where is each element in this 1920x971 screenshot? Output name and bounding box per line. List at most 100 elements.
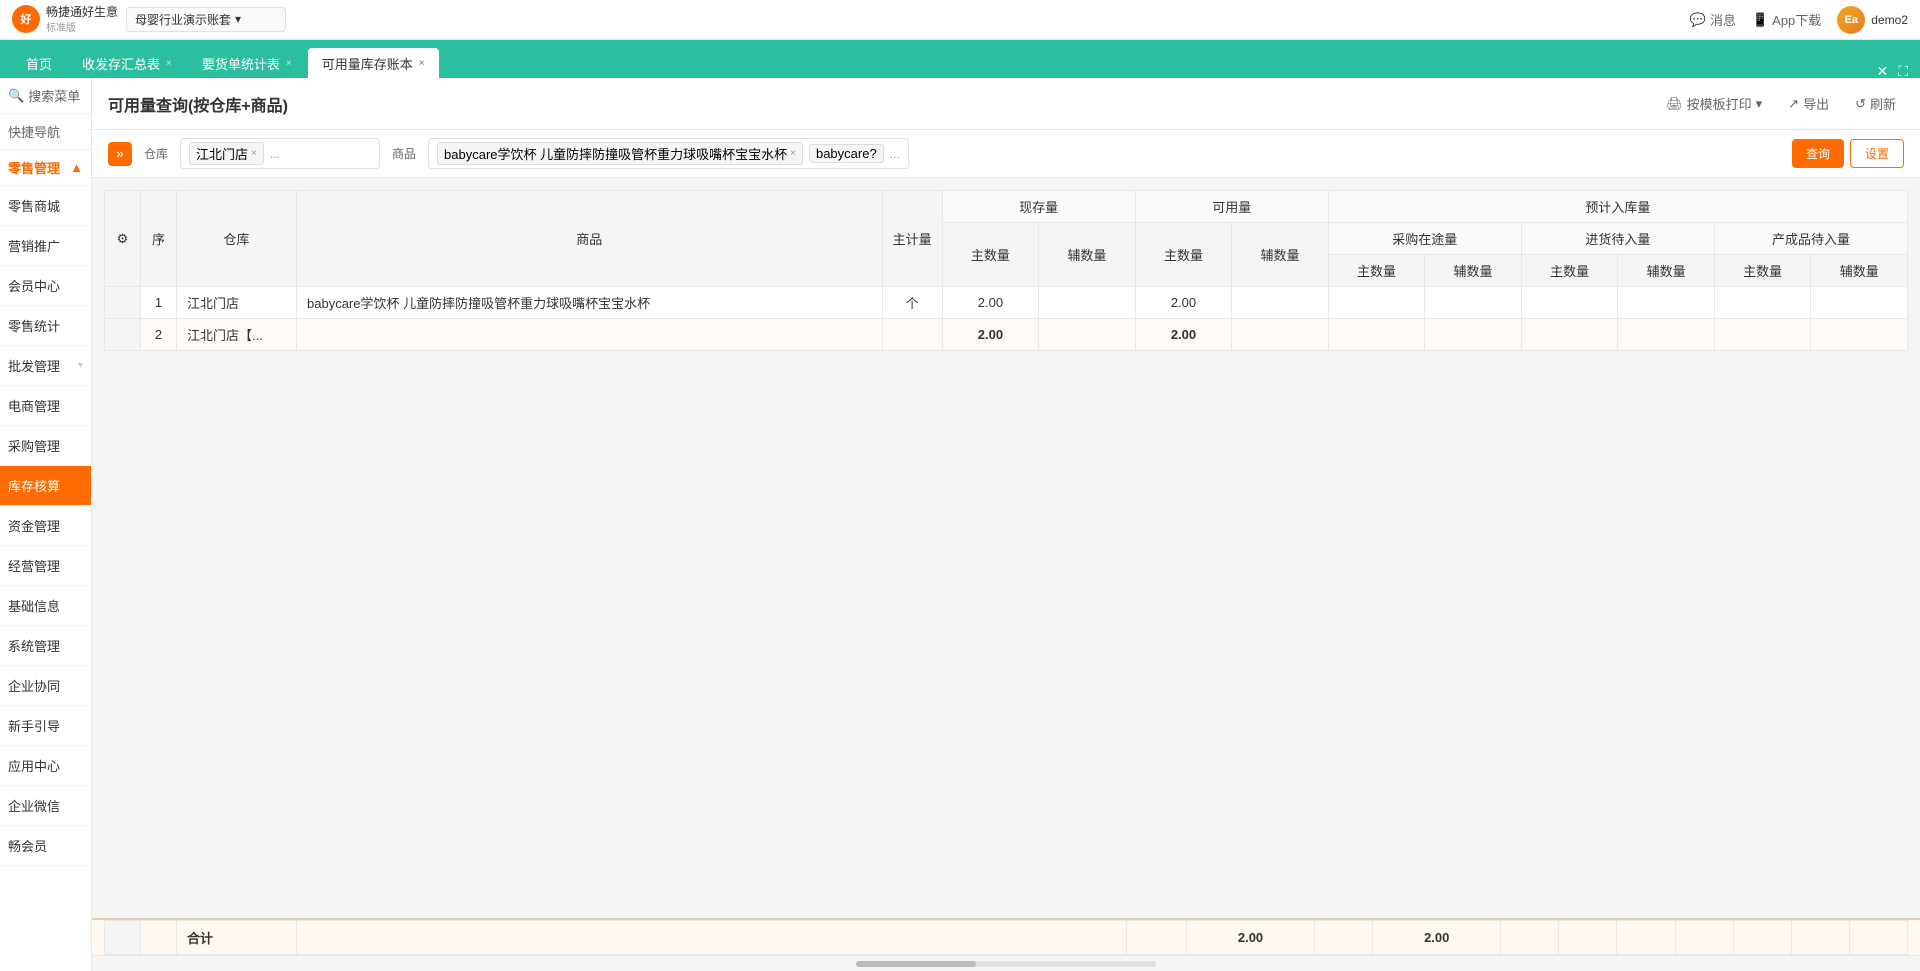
col-purchase-aux-header: 辅数量 [1425, 255, 1522, 287]
row-production-aux-2 [1811, 319, 1908, 351]
query-button[interactable]: 查询 [1792, 139, 1844, 168]
col-arrival-header: 进货待入量 [1521, 223, 1714, 255]
row-index-1: 1 [141, 287, 177, 319]
row-warehouse-1: 江北门店 [177, 287, 297, 319]
product-tag-1[interactable]: babycare学饮杯 儿童防摔防撞吸管杯重力球吸嘴杯宝宝水杯 × [437, 142, 803, 165]
sidebar-item-marketing[interactable]: 营销推广 [0, 226, 91, 266]
row-arrival-main-2 [1521, 319, 1618, 351]
content-area: 可用量查询(按仓库+商品) 🖨 按模板打印 ▾ ↗ 导出 ↺ 刷新 [92, 78, 1920, 971]
col-settings-header[interactable]: ⚙ [105, 191, 141, 287]
product-filter-label: 商品 [392, 145, 416, 162]
row-current-aux-2 [1039, 319, 1136, 351]
close-window-icon[interactable]: ✕ [1876, 64, 1888, 78]
table-row: 2 江北门店【... 2.00 2.00 [105, 319, 1908, 351]
quick-nav-button[interactable]: 快捷导航 [0, 114, 91, 150]
sidebar-item-retail-header[interactable]: 零售管理 ▲ [0, 150, 91, 186]
message-icon: 💬 [1690, 12, 1706, 28]
message-button[interactable]: 💬 消息 [1690, 10, 1736, 29]
user-menu[interactable]: Ea demo2 [1837, 6, 1908, 34]
filter-bar: » 仓库 江北门店 × ... 商品 babycare学饮杯 儿童防摔防撞吸管杯… [92, 130, 1920, 178]
expand-filter-button[interactable]: » [108, 142, 132, 166]
row-available-aux-1 [1232, 287, 1329, 319]
sidebar-item-system[interactable]: 系统管理 [0, 626, 91, 666]
col-available-header: 可用量 [1135, 191, 1328, 223]
product-tag-2[interactable]: babycare? [809, 144, 884, 163]
footer-arrival-aux [1733, 921, 1791, 955]
top-bar-right: 💬 消息 📱 App下载 Ea demo2 [1690, 6, 1908, 34]
footer-label: 合计 [177, 921, 297, 955]
page-actions: 🖨 按模板打印 ▾ ↗ 导出 ↺ 刷新 [1658, 90, 1904, 117]
row-purchase-aux-1 [1425, 287, 1522, 319]
row-warehouse-2: 江北门店【... [177, 319, 297, 351]
footer-current-main: 2.00 [1186, 921, 1314, 955]
download-button[interactable]: 📱 App下载 [1752, 10, 1821, 29]
sidebar-item-purchase[interactable]: 采购管理 [0, 426, 91, 466]
print-chevron-icon: ▾ [1756, 96, 1763, 112]
tab-0[interactable]: 收发存汇总表 × [68, 48, 186, 78]
scrollbar-thumb[interactable] [856, 961, 976, 967]
sidebar-item-inventory[interactable]: 库存核算 [0, 466, 91, 506]
tab-1[interactable]: 要货单统计表 × [188, 48, 306, 78]
sidebar-item-app-center[interactable]: 应用中心 [0, 746, 91, 786]
product-filter-input[interactable]: babycare学饮杯 儿童防摔防撞吸管杯重力球吸嘴杯宝宝水杯 × babyca… [428, 138, 909, 169]
print-button[interactable]: 🖨 按模板打印 ▾ [1658, 90, 1770, 117]
close-tab-0-icon[interactable]: × [166, 58, 172, 69]
search-menu-button[interactable]: 🔍 搜索菜单 [0, 78, 91, 114]
warehouse-filter-label: 仓库 [144, 145, 168, 162]
logo-text: 畅捷通好生意 [46, 5, 118, 19]
row-product-2 [297, 319, 883, 351]
sidebar-item-guide[interactable]: 新手引导 [0, 706, 91, 746]
col-index-header: 序 [141, 191, 177, 287]
setting-button[interactable]: 设置 [1850, 139, 1904, 168]
footer-purchase-aux [1617, 921, 1675, 955]
row-purchase-main-2 [1328, 319, 1425, 351]
refresh-button[interactable]: ↺ 刷新 [1847, 90, 1904, 117]
sidebar-item-retail-store[interactable]: 零售商城 [0, 186, 91, 226]
warehouse-tag-close-icon[interactable]: × [251, 148, 257, 159]
product-tag1-close-icon[interactable]: × [790, 148, 796, 159]
col-current-stock-header: 现存量 [942, 191, 1135, 223]
row-unit-1: 个 [882, 287, 942, 319]
sidebar-item-retail-stats[interactable]: 零售统计 [0, 306, 91, 346]
sidebar-item-basic-info[interactable]: 基础信息 [0, 586, 91, 626]
industry-label: 母婴行业演示账套 [135, 11, 231, 28]
sidebar-item-member2[interactable]: 畅会员 [0, 826, 91, 866]
sidebar-item-wholesale[interactable]: 批发管理 ▾ [0, 346, 91, 386]
sidebar-item-ecommerce[interactable]: 电商管理 [0, 386, 91, 426]
window-controls: ✕ ⛶ [1876, 64, 1908, 78]
maximize-icon[interactable]: ⛶ [1898, 64, 1908, 78]
row-available-main-2: 2.00 [1135, 319, 1232, 351]
sidebar-item-operations[interactable]: 经营管理 [0, 546, 91, 586]
col-purchase-main-header: 主数量 [1328, 255, 1425, 287]
chevron-down-icon: ▾ [235, 12, 241, 26]
warehouse-tag[interactable]: 江北门店 × [189, 142, 264, 165]
sidebar-item-wechat[interactable]: 企业微信 [0, 786, 91, 826]
logo-icon: 好 [12, 5, 40, 33]
sidebar-item-member[interactable]: 会员中心 [0, 266, 91, 306]
col-available-aux-header: 辅数量 [1232, 223, 1329, 287]
sidebar-item-enterprise[interactable]: 企业协同 [0, 666, 91, 706]
sidebar-item-finance[interactable]: 资金管理 [0, 506, 91, 546]
col-current-aux-header: 辅数量 [1039, 223, 1136, 287]
export-button[interactable]: ↗ 导出 [1780, 90, 1837, 117]
footer-available-main: 2.00 [1373, 921, 1501, 955]
tab-2[interactable]: 可用量库存账本 × [308, 48, 439, 78]
row-settings [105, 287, 141, 319]
table-footer: 合计 2.00 2.00 [92, 918, 1920, 955]
row-production-main-2 [1714, 319, 1811, 351]
close-tab-2-icon[interactable]: × [419, 58, 425, 69]
horizontal-scrollbar[interactable] [92, 955, 1920, 971]
table-container[interactable]: ⚙ 序 仓库 商品 主计量 [92, 178, 1920, 918]
download-icon: 📱 [1752, 12, 1768, 28]
tab-home[interactable]: 首页 [12, 48, 66, 78]
sidebar: 🔍 搜索菜单 快捷导航 零售管理 ▲ 零售商城 营销推广 会员中心 零售统计 批… [0, 78, 92, 971]
footer-product-empty [297, 921, 1127, 955]
industry-selector[interactable]: 母婴行业演示账套 ▾ [126, 7, 286, 32]
warehouse-filter-input[interactable]: 江北门店 × ... [180, 138, 380, 169]
col-product-header: 商品 [297, 191, 883, 287]
row-available-main-1: 2.00 [1135, 287, 1232, 319]
col-warehouse-header: 仓库 [177, 191, 297, 287]
top-bar: 好 畅捷通好生意 标准版 母婴行业演示账套 ▾ 💬 消息 📱 App下载 Ea … [0, 0, 1920, 40]
col-current-main-header: 主数量 [942, 223, 1039, 287]
close-tab-1-icon[interactable]: × [286, 58, 292, 69]
